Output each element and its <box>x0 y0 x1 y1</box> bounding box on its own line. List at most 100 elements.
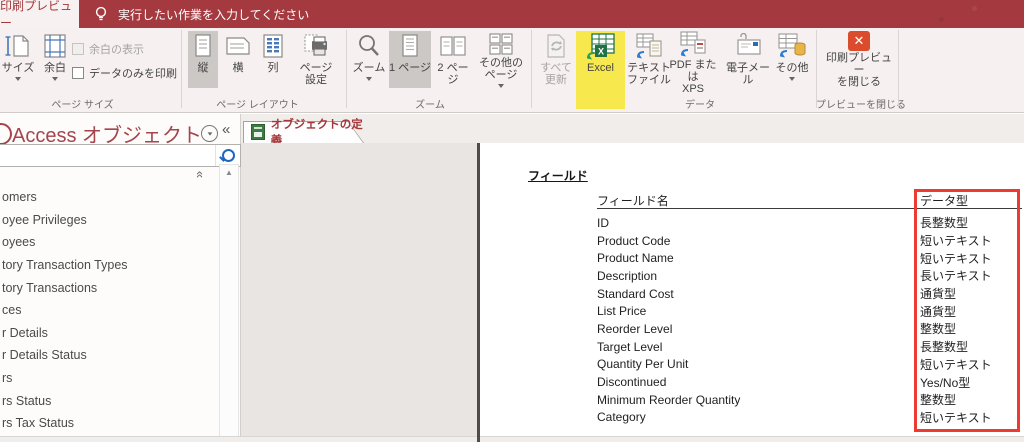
field-row: Standard Cost 通貨型 <box>597 286 957 302</box>
margins-button[interactable]: 余白 <box>38 31 72 88</box>
group-separator <box>898 30 899 108</box>
collapse-group-icon[interactable]: « <box>193 171 208 178</box>
field-row: List Price 通貨型 <box>597 304 957 319</box>
tell-me-label: 実行したい作業を入力してください <box>118 7 310 22</box>
list-item[interactable]: ces <box>2 299 212 322</box>
field-row: Discontinued Yes/No型 <box>597 375 971 390</box>
access-print-preview-window: 印刷プレビュー 実行したい作業を入力してください サイズ 余白 余白の表示 デー… <box>0 0 1024 442</box>
page-setup-button[interactable]: ページ 設定 <box>293 31 339 88</box>
more-pages-icon <box>488 31 514 56</box>
column-header-data-type: データ型 <box>920 194 969 208</box>
clipped-glyph <box>0 123 12 145</box>
email-icon <box>733 31 763 61</box>
columns-icon <box>262 31 284 61</box>
more-pages-button[interactable]: その他の ページ <box>475 31 527 88</box>
table-header-row: フィールド名 データ型 <box>597 192 1022 209</box>
refresh-all-button: すべて 更新 <box>538 31 574 88</box>
zoom-button[interactable]: ズーム <box>350 31 388 88</box>
page-left-edge <box>477 143 480 442</box>
list-item[interactable]: tory Transaction Types <box>2 254 212 277</box>
document-tab-bar: オブジェクトの定義 <box>241 114 1024 147</box>
two-pages-icon <box>439 31 467 61</box>
close-print-preview-button[interactable]: ✕ 印刷プレビュー を閉じる <box>822 31 896 88</box>
field-row: Quantity Per Unit 短いテキスト <box>597 357 992 372</box>
list-item[interactable]: oyees <box>2 231 212 254</box>
bottom-strip <box>0 436 1024 442</box>
landscape-button[interactable]: 横 <box>223 31 253 88</box>
list-item[interactable]: rs <box>2 367 212 390</box>
dropdown-caret-icon <box>15 77 21 81</box>
dropdown-caret-icon <box>52 77 58 81</box>
checkbox-icon <box>72 43 84 55</box>
export-more-button[interactable]: その他 <box>774 31 810 88</box>
list-item[interactable]: tory Transactions <box>2 276 212 299</box>
dropdown-caret-icon <box>366 77 372 81</box>
nav-pane-menu-button[interactable] <box>201 125 218 142</box>
list-item[interactable]: rs Status <box>2 389 212 412</box>
list-item[interactable]: omers <box>2 186 212 209</box>
group-label-page-size: ページ サイズ <box>51 100 114 111</box>
search-icon <box>221 149 235 162</box>
group-separator <box>346 30 347 108</box>
list-item[interactable]: oyee Privileges <box>2 209 212 232</box>
list-item[interactable]: rs Tax Status <box>2 412 212 435</box>
field-row: Target Level 長整数型 <box>597 339 969 355</box>
tell-me-box[interactable]: 実行したい作業を入力してください <box>84 0 319 28</box>
group-label-page-layout: ページ レイアウト <box>216 100 299 111</box>
field-row: Description 長いテキスト <box>597 268 992 284</box>
export-pdf-xps-button[interactable]: PDF または XPS <box>664 31 722 95</box>
ribbon: サイズ 余白 余白の表示 データのみを印刷 ページ サイズ 縦 横 列 ページ … <box>0 28 1024 113</box>
svg-text:X: X <box>597 46 603 56</box>
tab-object-definition[interactable]: オブジェクトの定義 <box>243 119 364 147</box>
field-table: ID 長整数型 Product Code 短いテキスト Product Name 短い… <box>597 214 992 426</box>
pdf-xps-icon <box>679 31 707 58</box>
field-row: Category 短いテキスト <box>597 410 992 425</box>
section-heading: フィールド <box>528 169 588 183</box>
close-preview-icon: ✕ <box>848 31 870 51</box>
size-button[interactable]: サイズ <box>0 31 36 88</box>
export-excel-button[interactable]: X Excel <box>576 31 625 109</box>
group-label-data: データ <box>685 100 715 111</box>
field-row: Product Code 短いテキスト <box>597 233 992 249</box>
preview-page[interactable]: フィールド フィールド名 データ型 ID 長整数型 Product Code 短いテ… <box>480 143 1024 436</box>
export-email-button[interactable]: 電子メール <box>724 31 772 88</box>
columns-button[interactable]: 列 <box>258 31 288 88</box>
list-item[interactable]: r Details Status <box>2 344 212 367</box>
tab-print-preview[interactable]: 印刷プレビュー <box>0 0 79 30</box>
column-header-field-name: フィールド名 <box>597 194 669 208</box>
search-button[interactable] <box>215 145 240 166</box>
text-file-icon <box>635 31 663 61</box>
lightbulb-icon <box>94 6 108 22</box>
scroll-up-icon[interactable]: ▲ <box>220 165 238 177</box>
group-label-close-preview: プレビューを閉じる <box>816 100 906 111</box>
nav-search-box <box>0 144 241 167</box>
excel-icon: X <box>586 31 616 61</box>
search-input[interactable] <box>0 145 215 166</box>
page-setup-icon <box>302 31 330 61</box>
show-margins-checkbox: 余白の表示 <box>72 41 144 57</box>
group-label-zoom: ズーム <box>415 100 445 111</box>
nav-scrollbar[interactable]: ▲ <box>219 164 239 440</box>
shutter-close-icon[interactable]: « <box>222 121 230 138</box>
report-icon <box>251 124 265 140</box>
dropdown-caret-icon <box>207 131 212 136</box>
portrait-icon <box>193 31 213 61</box>
field-row: Minimum Reorder Quantity 整数型 <box>597 392 957 408</box>
more-export-icon <box>777 31 807 61</box>
refresh-all-icon <box>544 31 568 61</box>
field-row: Product Name 短いテキスト <box>597 251 992 266</box>
dropdown-caret-icon <box>789 77 795 81</box>
one-page-button[interactable]: 1 ページ <box>389 31 431 88</box>
field-row: Reorder Level 整数型 <box>597 321 957 337</box>
page-size-icon <box>5 31 31 61</box>
navigation-pane: Access オブジェクト « « ▲ omers oyee Privilege… <box>0 114 241 440</box>
title-bar: 印刷プレビュー 実行したい作業を入力してください <box>0 0 1024 30</box>
print-data-only-checkbox[interactable]: データのみを印刷 <box>72 65 177 81</box>
landscape-icon <box>225 31 251 61</box>
group-separator <box>181 30 182 108</box>
list-item[interactable]: r Details <box>2 322 212 345</box>
zoom-icon <box>356 31 382 61</box>
portrait-button[interactable]: 縦 <box>188 31 218 88</box>
one-page-icon <box>400 31 420 61</box>
two-pages-button[interactable]: 2 ページ <box>433 31 473 88</box>
